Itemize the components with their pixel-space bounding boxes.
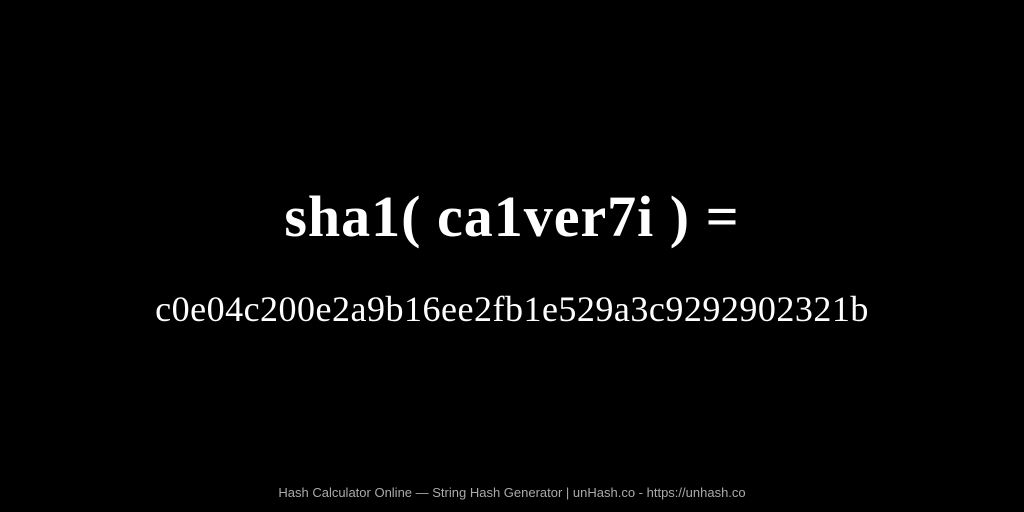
main-content: sha1( ca1ver7i ) = c0e04c200e2a9b16ee2fb…: [155, 0, 869, 512]
hash-result-value: c0e04c200e2a9b16ee2fb1e529a3c9292902321b: [155, 288, 869, 330]
footer-attribution: Hash Calculator Online — String Hash Gen…: [0, 485, 1024, 500]
hash-expression-title: sha1( ca1ver7i ) =: [284, 183, 739, 250]
